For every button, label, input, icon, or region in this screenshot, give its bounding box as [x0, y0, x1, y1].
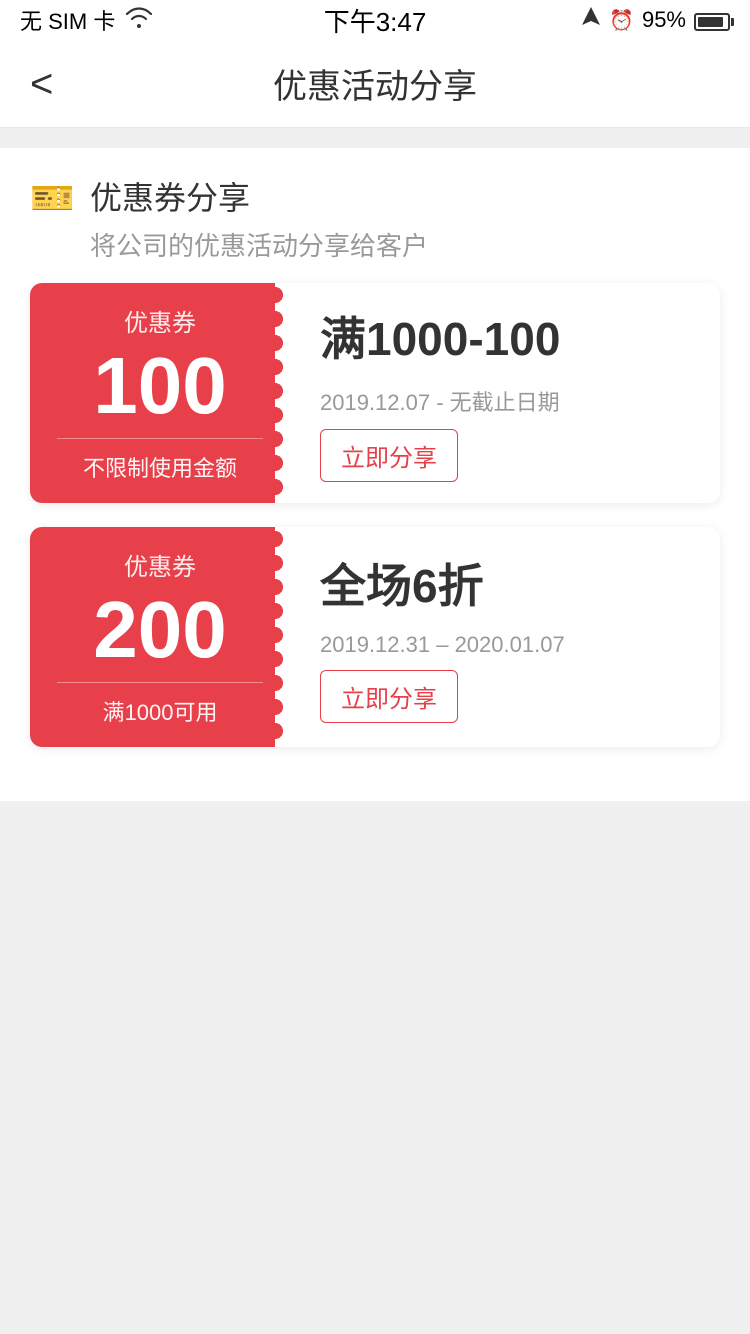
nav-bar: < 优惠活动分享 [0, 40, 750, 128]
coupon-divider-2 [57, 682, 262, 683]
coupon-meta-1: 2019.12.07 - 无截止日期 立即分享 [320, 385, 696, 482]
coupon-label-1: 优惠券 [124, 303, 196, 338]
coupon-condition-2: 满1000可用 [103, 695, 218, 727]
battery-icon [694, 7, 730, 33]
coupon-card-2: 优惠券 200 满1000可用 全场6折 2019.12.31 – 2020.0… [30, 527, 720, 747]
section-header-text: 优惠券分享 将公司的优惠活动分享给客户 [90, 178, 428, 263]
section-header: 🎫 优惠券分享 将公司的优惠活动分享给客户 [0, 148, 750, 283]
bottom-area [0, 801, 750, 1201]
status-bar: 无 SIM 卡 下午3:47 ⏰ 95% [0, 0, 750, 40]
coupon-meta-2: 2019.12.31 – 2020.01.07 立即分享 [320, 632, 696, 723]
coupon-date-2: 2019.12.31 – 2020.01.07 [320, 632, 565, 658]
back-arrow-icon: < [30, 64, 53, 104]
status-right: ⏰ 95% [581, 6, 730, 34]
location-icon [581, 6, 601, 34]
coupon-title-2: 全场6折 [320, 550, 696, 616]
coupon-condition-1: 不限制使用金额 [83, 451, 237, 483]
back-button[interactable]: < [30, 64, 53, 104]
alarm-icon: ⏰ [609, 8, 634, 33]
coupon-title-1: 满1000-100 [320, 303, 696, 369]
coupon-card-1: 优惠券 100 不限制使用金额 满1000-100 2019.12.07 - 无… [30, 283, 720, 503]
carrier-label: 无 SIM 卡 [20, 4, 115, 36]
share-button-2[interactable]: 立即分享 [320, 670, 458, 723]
coupon-left-2: 优惠券 200 满1000可用 [30, 527, 290, 747]
coupon-list: 优惠券 100 不限制使用金额 满1000-100 2019.12.07 - 无… [0, 283, 750, 801]
section-subtitle: 将公司的优惠活动分享给客户 [90, 226, 428, 263]
coupon-amount-2: 200 [93, 590, 226, 670]
status-time: 下午3:47 [324, 2, 427, 39]
section-title: 优惠券分享 [90, 178, 428, 220]
coupon-date-1: 2019.12.07 - 无截止日期 [320, 385, 560, 417]
share-button-1[interactable]: 立即分享 [320, 429, 458, 482]
coupon-divider-1 [57, 438, 262, 439]
coupon-right-2: 全场6折 2019.12.31 – 2020.01.07 立即分享 [290, 527, 720, 747]
battery-percent: 95% [642, 7, 686, 33]
coupon-amount-1: 100 [93, 346, 226, 426]
status-left: 无 SIM 卡 [20, 4, 153, 36]
coupon-left-1: 优惠券 100 不限制使用金额 [30, 283, 290, 503]
wifi-icon [125, 6, 153, 34]
coupon-right-1: 满1000-100 2019.12.07 - 无截止日期 立即分享 [290, 283, 720, 503]
coupon-share-icon: 🎫 [30, 180, 74, 224]
page-title: 优惠活动分享 [273, 59, 477, 108]
coupon-label-2: 优惠券 [124, 547, 196, 582]
top-divider [0, 128, 750, 148]
